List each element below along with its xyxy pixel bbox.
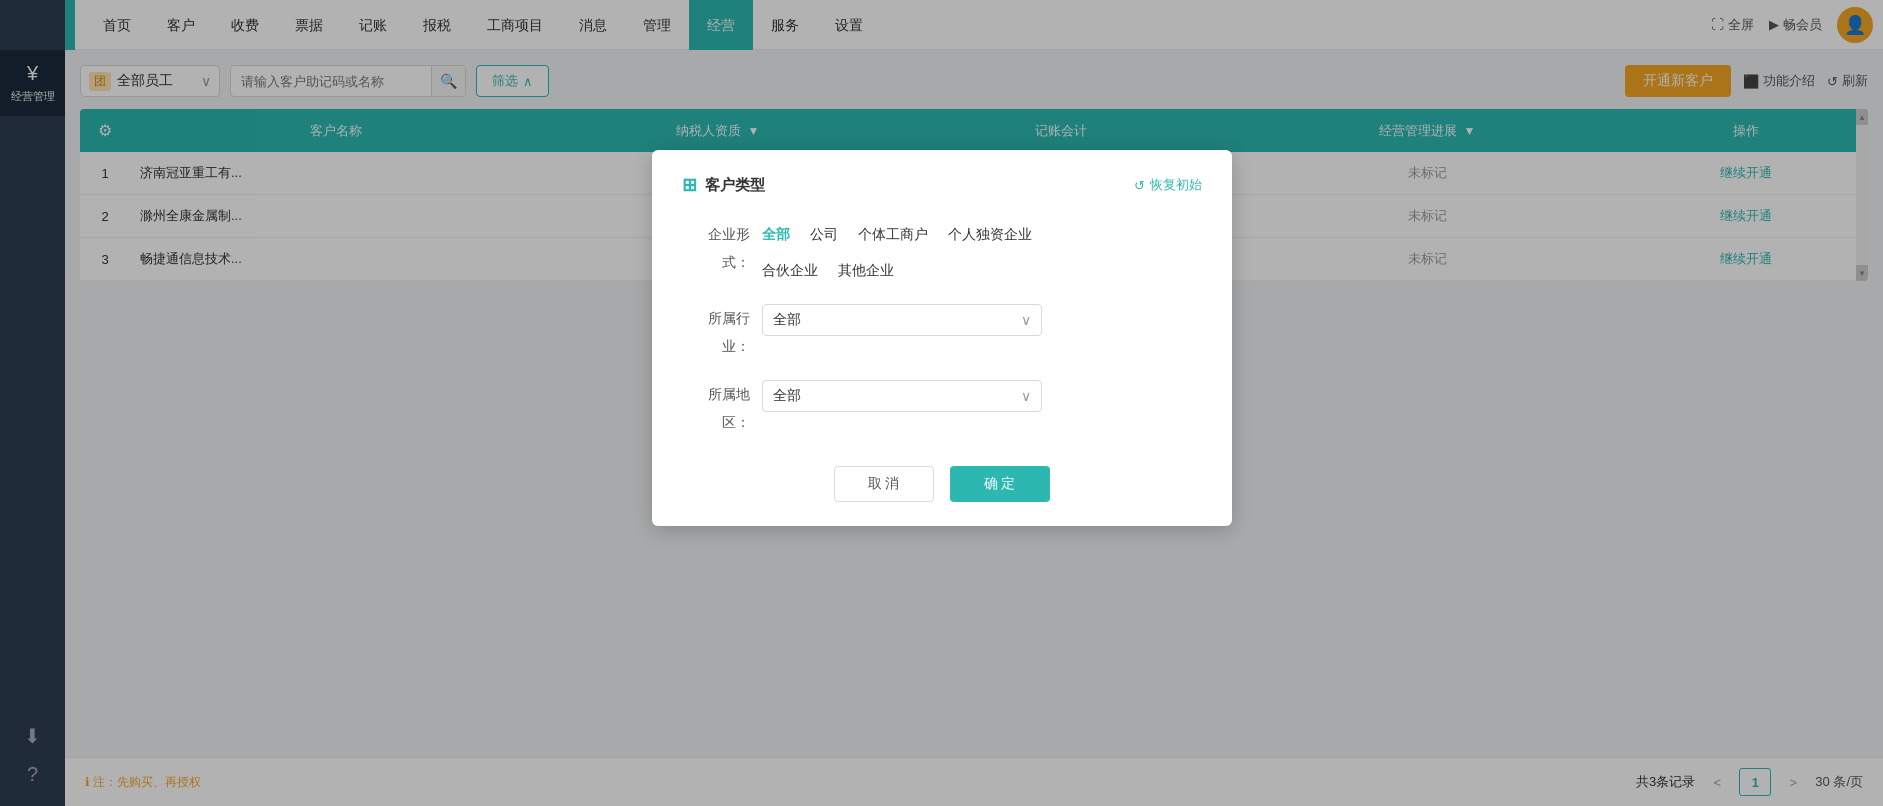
customer-type-modal: ⊞ 客户类型 ↺ 恢复初始 企业形式： 全部 公司 个体工商户 个人独资企业 合…	[652, 150, 1232, 526]
enterprise-label: 企业形式：	[682, 220, 762, 276]
region-label: 所属地区：	[682, 380, 762, 436]
enterprise-form-row: 企业形式： 全部 公司 个体工商户 个人独资企业 合伙企业 其他企业	[682, 220, 1202, 284]
industry-dropdown-icon: ∨	[1021, 312, 1031, 328]
option-individual[interactable]: 个人独资企业	[948, 220, 1032, 248]
modal-header: ⊞ 客户类型 ↺ 恢复初始	[682, 174, 1202, 196]
confirm-button[interactable]: 确 定	[950, 466, 1050, 502]
region-select-wrap: 全部 ∨	[762, 380, 1202, 412]
region-select[interactable]: 全部 ∨	[762, 380, 1042, 412]
option-all[interactable]: 全部	[762, 220, 790, 248]
modal-title: ⊞ 客户类型	[682, 174, 765, 196]
option-other[interactable]: 其他企业	[838, 256, 894, 284]
option-partnership[interactable]: 合伙企业	[762, 256, 818, 284]
reset-label: 恢复初始	[1150, 176, 1202, 194]
industry-select[interactable]: 全部 ∨	[762, 304, 1042, 336]
reset-icon: ↺	[1134, 178, 1145, 193]
modal-title-icon: ⊞	[682, 174, 697, 196]
region-value: 全部	[773, 387, 801, 405]
industry-select-wrap: 全部 ∨	[762, 304, 1202, 336]
modal-title-text: 客户类型	[705, 176, 765, 195]
region-form-row: 所属地区： 全部 ∨	[682, 380, 1202, 436]
industry-label: 所属行业：	[682, 304, 762, 360]
option-company[interactable]: 公司	[810, 220, 838, 248]
option-sole[interactable]: 个体工商户	[858, 220, 928, 248]
cancel-button[interactable]: 取 消	[834, 466, 934, 502]
industry-value: 全部	[773, 311, 801, 329]
industry-form-row: 所属行业： 全部 ∨	[682, 304, 1202, 360]
modal-overlay: ⊞ 客户类型 ↺ 恢复初始 企业形式： 全部 公司 个体工商户 个人独资企业 合…	[0, 0, 1883, 806]
modal-footer: 取 消 确 定	[682, 466, 1202, 502]
enterprise-options: 全部 公司 个体工商户 个人独资企业 合伙企业 其他企业	[762, 220, 1202, 284]
reset-button[interactable]: ↺ 恢复初始	[1134, 176, 1202, 194]
region-dropdown-icon: ∨	[1021, 388, 1031, 404]
